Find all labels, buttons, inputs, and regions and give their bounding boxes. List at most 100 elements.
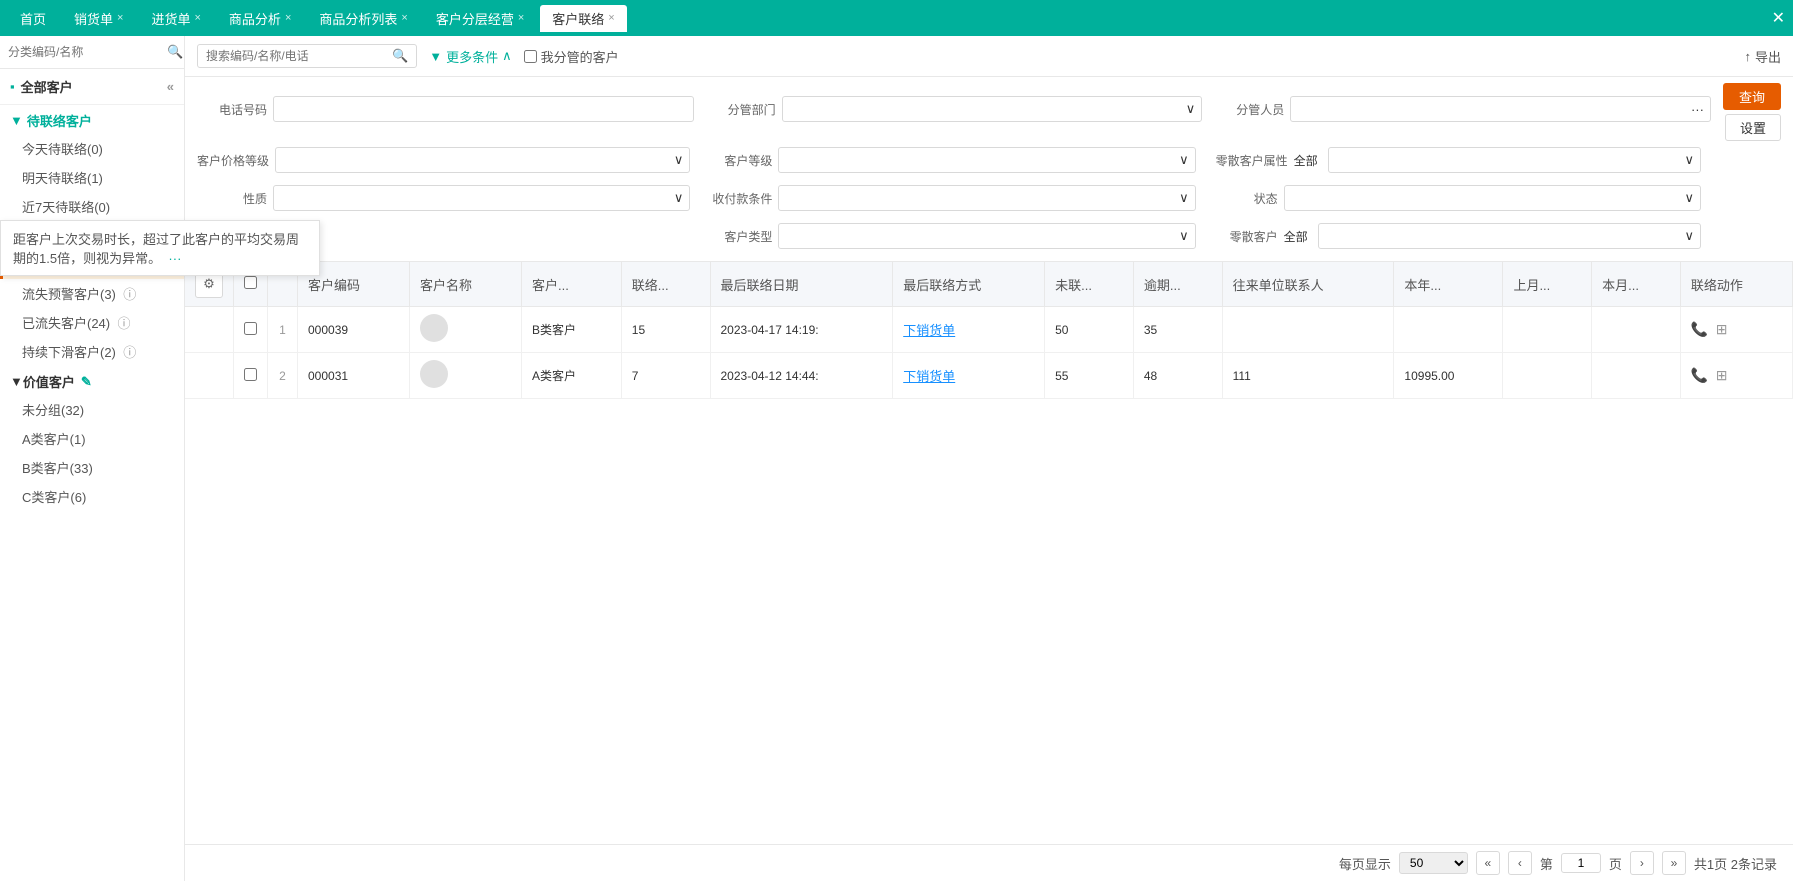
sidebar-item-class-b[interactable]: B类客户(33) <box>0 453 184 482</box>
phone-input[interactable] <box>273 96 694 122</box>
search-icon[interactable]: 🔍 <box>392 48 408 64</box>
edit-groups-icon[interactable]: ✎ <box>81 374 92 390</box>
sidebar: 🔍 ▪ 全部客户 « ▼ 待联络客户 今天待联络(0) 明天待联络(1) 近7天… <box>0 36 185 881</box>
row1-phone-icon[interactable]: 📞 <box>1691 321 1708 337</box>
row2-name <box>410 353 522 399</box>
tooltip-more-icon[interactable]: ··· <box>168 251 181 266</box>
last-page-btn[interactable]: » <box>1662 851 1686 875</box>
page-label: 第 <box>1540 854 1553 873</box>
group-pending-contact[interactable]: ▼ 待联络客户 <box>0 105 184 134</box>
settings-button[interactable]: 设置 <box>1725 114 1781 141</box>
table-wrapper: ⚙ 客户编码 客户名称 客户... <box>185 262 1793 844</box>
col-overdue[interactable]: 逾期... <box>1133 262 1222 307</box>
row2-code: 000031 <box>298 353 410 399</box>
col-uncontacted[interactable]: 未联... <box>1045 262 1134 307</box>
col-level[interactable]: 客户... <box>522 262 622 307</box>
manager-select[interactable]: ··· <box>1290 96 1711 122</box>
prev-page-btn[interactable]: ‹ <box>1508 851 1532 875</box>
tab-analysis[interactable]: 商品分析 × <box>217 5 303 32</box>
sidebar-item-today[interactable]: 今天待联络(0) <box>0 134 184 163</box>
close-all-btn[interactable]: ✕ <box>1772 8 1785 28</box>
close-customerseg-tab[interactable]: × <box>518 12 524 24</box>
sidebar-item-ungrouped[interactable]: 未分组(32) <box>0 395 184 424</box>
row1-num: 1 <box>268 307 298 353</box>
nature-select[interactable]: ∨ <box>273 185 690 211</box>
tab-customerseg[interactable]: 客户分层经营 × <box>424 5 536 32</box>
tab-home[interactable]: 首页 <box>8 5 58 32</box>
per-page-select[interactable]: 50 20 100 <box>1399 852 1468 874</box>
tab-purchase[interactable]: 进货单 × <box>139 5 212 32</box>
row2-checkbox-cell[interactable] <box>234 353 268 399</box>
group-value-customers[interactable]: ▼ 价值客户 ✎ <box>0 366 184 395</box>
close-purchase-tab[interactable]: × <box>194 12 200 24</box>
query-button[interactable]: 查询 <box>1723 83 1781 110</box>
my-customers-check[interactable] <box>524 50 537 63</box>
row2-phone-icon[interactable]: 📞 <box>1691 367 1708 383</box>
page-input[interactable] <box>1561 853 1601 873</box>
row2-level: A类客户 <box>522 353 622 399</box>
sidebar-item-class-c[interactable]: C类客户(6) <box>0 482 184 511</box>
close-analysislist-tab[interactable]: × <box>401 12 407 24</box>
sidebar-item-churned[interactable]: 已流失客户(24) ⓘ <box>0 308 184 337</box>
export-button[interactable]: ↑ 导出 <box>1744 47 1781 66</box>
status-chevron: ∨ <box>1684 190 1694 206</box>
scatter-customer-select[interactable]: ∨ <box>1318 223 1701 249</box>
row1-checkbox-cell[interactable] <box>234 307 268 353</box>
customer-type-select[interactable]: ∨ <box>778 223 1195 249</box>
close-customercontact-tab[interactable]: × <box>608 12 614 24</box>
info-icon-4: ⓘ <box>123 345 136 360</box>
close-analysis-tab[interactable]: × <box>285 12 291 24</box>
sidebar-item-declining[interactable]: 持续下滑客户(2) ⓘ <box>0 337 184 366</box>
phone-label: 电话号码 <box>197 101 267 118</box>
more-conditions-btn[interactable]: ▼ 更多条件 ∧ <box>429 47 511 66</box>
select-all-checkbox[interactable] <box>244 276 257 289</box>
col-unit-contact[interactable]: 往来单位联系人 <box>1222 262 1394 307</box>
col-name[interactable]: 客户名称 <box>410 262 522 307</box>
pagination-bar: 每页显示 50 20 100 « ‹ 第 页 › » 共1页 2条记录 <box>185 844 1793 881</box>
search-input[interactable] <box>206 49 386 63</box>
filter-price-level: 客户价格等级 ∨ <box>197 147 690 173</box>
col-last-date[interactable]: 最后联络日期 <box>710 262 893 307</box>
row2-grid-icon[interactable]: ⊞ <box>1716 367 1728 383</box>
dept-select[interactable]: ∨ <box>782 96 1203 122</box>
row1-grid-icon[interactable]: ⊞ <box>1716 321 1728 337</box>
row2-last-method[interactable]: 下销货单 <box>893 353 1045 399</box>
sidebar-item-class-a[interactable]: A类客户(1) <box>0 424 184 453</box>
main-layout: 🔍 ▪ 全部客户 « ▼ 待联络客户 今天待联络(0) 明天待联络(1) 近7天… <box>0 36 1793 881</box>
col-this-year[interactable]: 本年... <box>1394 262 1503 307</box>
tab-sales[interactable]: 销货单 × <box>62 5 135 32</box>
manager-dots-icon: ··· <box>1691 102 1704 117</box>
sidebar-search-icon[interactable]: 🔍 <box>167 44 183 60</box>
first-page-btn[interactable]: « <box>1476 851 1500 875</box>
col-this-month[interactable]: 本月... <box>1592 262 1681 307</box>
payment-select[interactable]: ∨ <box>778 185 1195 211</box>
next-page-btn[interactable]: › <box>1630 851 1654 875</box>
tab-analysislist[interactable]: 商品分析列表 × <box>307 5 419 32</box>
col-last-month[interactable]: 上月... <box>1503 262 1592 307</box>
scatter-attr-select[interactable]: ∨ <box>1328 147 1701 173</box>
sidebar-item-tomorrow[interactable]: 明天待联络(1) <box>0 163 184 192</box>
sidebar-item-churn-warning[interactable]: 流失预警客户(3) ⓘ <box>0 279 184 308</box>
sidebar-item-7days[interactable]: 近7天待联络(0) <box>0 192 184 221</box>
filter-phone: 电话号码 <box>197 96 694 122</box>
total-label: 共1页 2条记录 <box>1694 854 1777 873</box>
close-sales-tab[interactable]: × <box>117 12 123 24</box>
all-customers-header[interactable]: ▪ 全部客户 « <box>0 69 184 105</box>
row1-checkbox[interactable] <box>244 322 257 335</box>
row1-contact: 15 <box>621 307 710 353</box>
row2-last-date: 2023-04-12 14:44: <box>710 353 893 399</box>
sidebar-collapse-btn[interactable]: « <box>167 79 174 94</box>
customer-level-select[interactable]: ∨ <box>778 147 1195 173</box>
row1-level: B类客户 <box>522 307 622 353</box>
my-customers-checkbox[interactable]: 我分管的客户 <box>524 47 619 66</box>
col-last-method[interactable]: 最后联络方式 <box>893 262 1045 307</box>
price-level-select[interactable]: ∨ <box>275 147 690 173</box>
scatter-customer-value: 全部 <box>1284 228 1308 245</box>
col-contact-count[interactable]: 联络... <box>621 262 710 307</box>
filter-payment: 收付款条件 ∨ <box>702 185 1195 211</box>
row2-checkbox[interactable] <box>244 368 257 381</box>
row1-last-method[interactable]: 下销货单 <box>893 307 1045 353</box>
status-select[interactable]: ∨ <box>1284 185 1701 211</box>
sidebar-search-input[interactable] <box>8 45 163 59</box>
tab-customercontact[interactable]: 客户联络 × <box>540 5 626 32</box>
